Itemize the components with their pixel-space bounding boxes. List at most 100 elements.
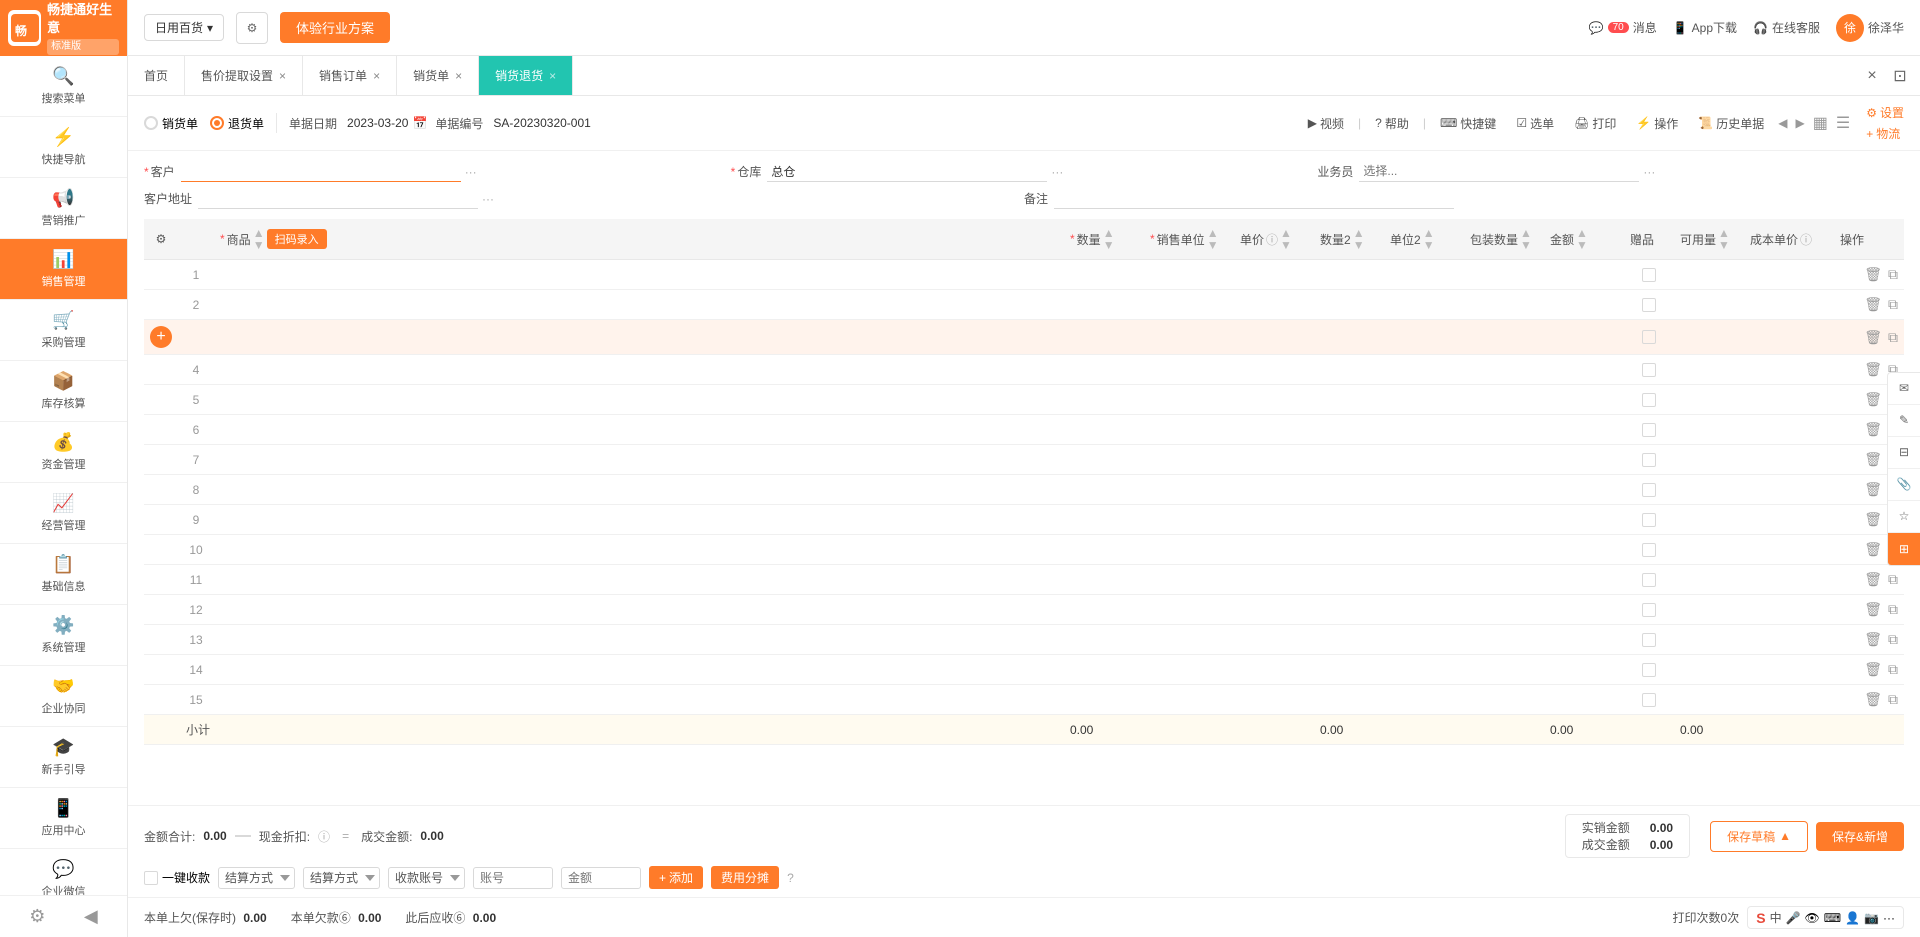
experience-button[interactable]: 体验行业方案 [280,12,390,43]
delete-icon-11[interactable]: 🗑 [1864,571,1882,588]
copy-icon-11[interactable]: ⧉ [1888,571,1898,588]
tab-close-sale-return[interactable]: × [549,69,556,83]
copy-icon-12[interactable]: ⧉ [1888,601,1898,618]
calendar-icon[interactable]: 📅 [412,116,427,130]
sidebar-item-inventory[interactable]: 📦 库存核算 [0,361,127,422]
gift-checkbox-4[interactable] [1642,363,1656,377]
person-icon[interactable]: 👤 [1845,911,1860,925]
delete-icon-7[interactable]: 🗑 [1864,451,1882,468]
copy-icon-14[interactable]: ⧉ [1888,661,1898,678]
float-item-4[interactable]: 📎 [1888,469,1920,501]
collect-account-select[interactable]: 收款账号 [388,867,465,889]
tab-sale-price[interactable]: 售价提取设置 × [185,56,303,95]
price-info-icon[interactable]: ⓘ [1266,231,1278,248]
address-input[interactable] [198,188,478,209]
toolbar-btn-operate[interactable]: ⚡ 操作 [1630,112,1684,135]
toolbar-btn-history[interactable]: 📜 历史单据 [1692,112,1770,135]
amount-input[interactable] [561,867,641,889]
radio-sale[interactable]: 销货单 [144,115,198,132]
calc-method-select[interactable]: 结算方式 [303,867,380,889]
online-service[interactable]: 🎧 在线客服 [1753,19,1820,36]
app-download[interactable]: 📱 App下载 [1673,19,1737,36]
toolbar-btn-print[interactable]: 🖨 打印 [1568,112,1622,135]
delete-icon-12[interactable]: 🗑 [1864,601,1882,618]
more-icon[interactable]: ··· [1883,911,1895,925]
float-item-1[interactable]: ✉ [1888,373,1920,405]
tab-sale-order[interactable]: 销售订单 × [303,56,397,95]
copy-icon-3[interactable]: ⧉ [1888,329,1898,346]
gift-checkbox-7[interactable] [1642,453,1656,467]
eye-icon[interactable]: 👁 [1805,911,1820,925]
camera-icon[interactable]: 📷 [1864,911,1879,925]
copy-icon-1[interactable]: ⧉ [1888,266,1898,283]
gift-checkbox-9[interactable] [1642,513,1656,527]
sidebar-item-purchase[interactable]: 🛒 采购管理 [0,300,127,361]
copy-icon-13[interactable]: ⧉ [1888,631,1898,648]
sidebar-item-operation[interactable]: 📈 经营管理 [0,483,127,544]
sidebar-item-appstore[interactable]: 📱 应用中心 [0,788,127,849]
toolbar-btn-video[interactable]: ▶ 视频 [1302,112,1350,135]
grid-view-icon[interactable]: ▦ [1813,113,1828,133]
tab-close-sale-order[interactable]: × [373,69,380,83]
product-input-3[interactable] [220,330,1058,344]
sidebar-item-marketing[interactable]: 📢 营销推广 [0,178,127,239]
gift-checkbox-12[interactable] [1642,603,1656,617]
gift-checkbox-13[interactable] [1642,633,1656,647]
one-click-collect[interactable]: 一键收款 [144,869,210,886]
settings-button[interactable]: ⚙ 设置 [1866,104,1904,121]
customer-input[interactable] [181,161,461,182]
sidebar-collapse-icon[interactable]: ◀ [84,906,98,927]
sidebar-item-wechat[interactable]: 💬 企业微信 [0,849,127,895]
gift-checkbox-11[interactable] [1642,573,1656,587]
float-item-6[interactable]: ⊞ [1888,533,1920,565]
toolbar-btn-shortcut[interactable]: ⌨ 快捷键 [1434,112,1502,135]
gift-checkbox-2[interactable] [1642,298,1656,312]
gift-checkbox-6[interactable] [1642,423,1656,437]
save-new-button[interactable]: 保存&新增 [1816,822,1904,851]
tab-sale-return[interactable]: 销货退货 × [479,56,573,95]
sidebar-item-enterprise[interactable]: 🤝 企业协同 [0,666,127,727]
header-settings-button[interactable]: ⚙ [236,12,268,44]
collect-checkbox[interactable] [144,871,158,885]
sidebar-item-shortcut[interactable]: ⚡ 快捷导航 [0,117,127,178]
fee-split-button[interactable]: 费用分摊 [711,866,779,889]
prev-record-icon[interactable]: ◀ [1778,116,1787,130]
sidebar-item-basic[interactable]: 📋 基础信息 [0,544,127,605]
delete-icon-6[interactable]: 🗑 [1864,421,1882,438]
list-view-icon[interactable]: ☰ [1836,113,1850,133]
account-input[interactable] [473,867,553,889]
keyboard-2-icon[interactable]: ⌨ [1824,911,1841,925]
float-item-3[interactable]: ⊟ [1888,437,1920,469]
delete-icon-13[interactable]: 🗑 [1864,631,1882,648]
tab-close-sale-bill[interactable]: × [455,69,462,83]
gift-checkbox-10[interactable] [1642,543,1656,557]
cost-info-icon[interactable]: ⓘ [1800,231,1812,248]
delete-icon-5[interactable]: 🗑 [1864,391,1882,408]
fee-help-icon[interactable]: ? [787,871,794,885]
sidebar-item-guide[interactable]: 🎓 新手引导 [0,727,127,788]
next-record-icon[interactable]: ▶ [1796,116,1805,130]
delete-icon-4[interactable]: 🗑 [1864,361,1882,378]
gift-checkbox-14[interactable] [1642,663,1656,677]
wuliu-button[interactable]: + 物流 [1866,125,1904,142]
tab-close-sale-price[interactable]: × [279,69,286,83]
gift-checkbox-15[interactable] [1642,693,1656,707]
gift-checkbox-5[interactable] [1642,393,1656,407]
maximize-icon[interactable]: ⊡ [1888,64,1912,88]
delete-icon-8[interactable]: 🗑 [1864,481,1882,498]
delete-icon-15[interactable]: 🗑 [1864,691,1882,708]
add-row-button[interactable]: + [150,326,172,348]
tab-home[interactable]: 首页 [128,56,185,95]
delete-icon-3[interactable]: 🗑 [1864,329,1882,346]
address-lookup[interactable]: ··· [482,192,494,206]
category-select[interactable]: 日用百货 ▾ [144,14,224,41]
table-settings-icon[interactable]: ⚙ [156,232,167,246]
save-draft-button[interactable]: 保存草稿 ▲ [1710,821,1808,852]
delete-icon-9[interactable]: 🗑 [1864,511,1882,528]
sidebar-item-system[interactable]: ⚙️ 系统管理 [0,605,127,666]
float-item-2[interactable]: ✎ [1888,405,1920,437]
settle-method-select[interactable]: 结算方式 [218,867,295,889]
tab-sale-bill[interactable]: 销货单 × [397,56,479,95]
toolbar-btn-select[interactable]: ☑ 选单 [1510,112,1560,135]
mic-icon[interactable]: 🎤 [1786,911,1801,925]
